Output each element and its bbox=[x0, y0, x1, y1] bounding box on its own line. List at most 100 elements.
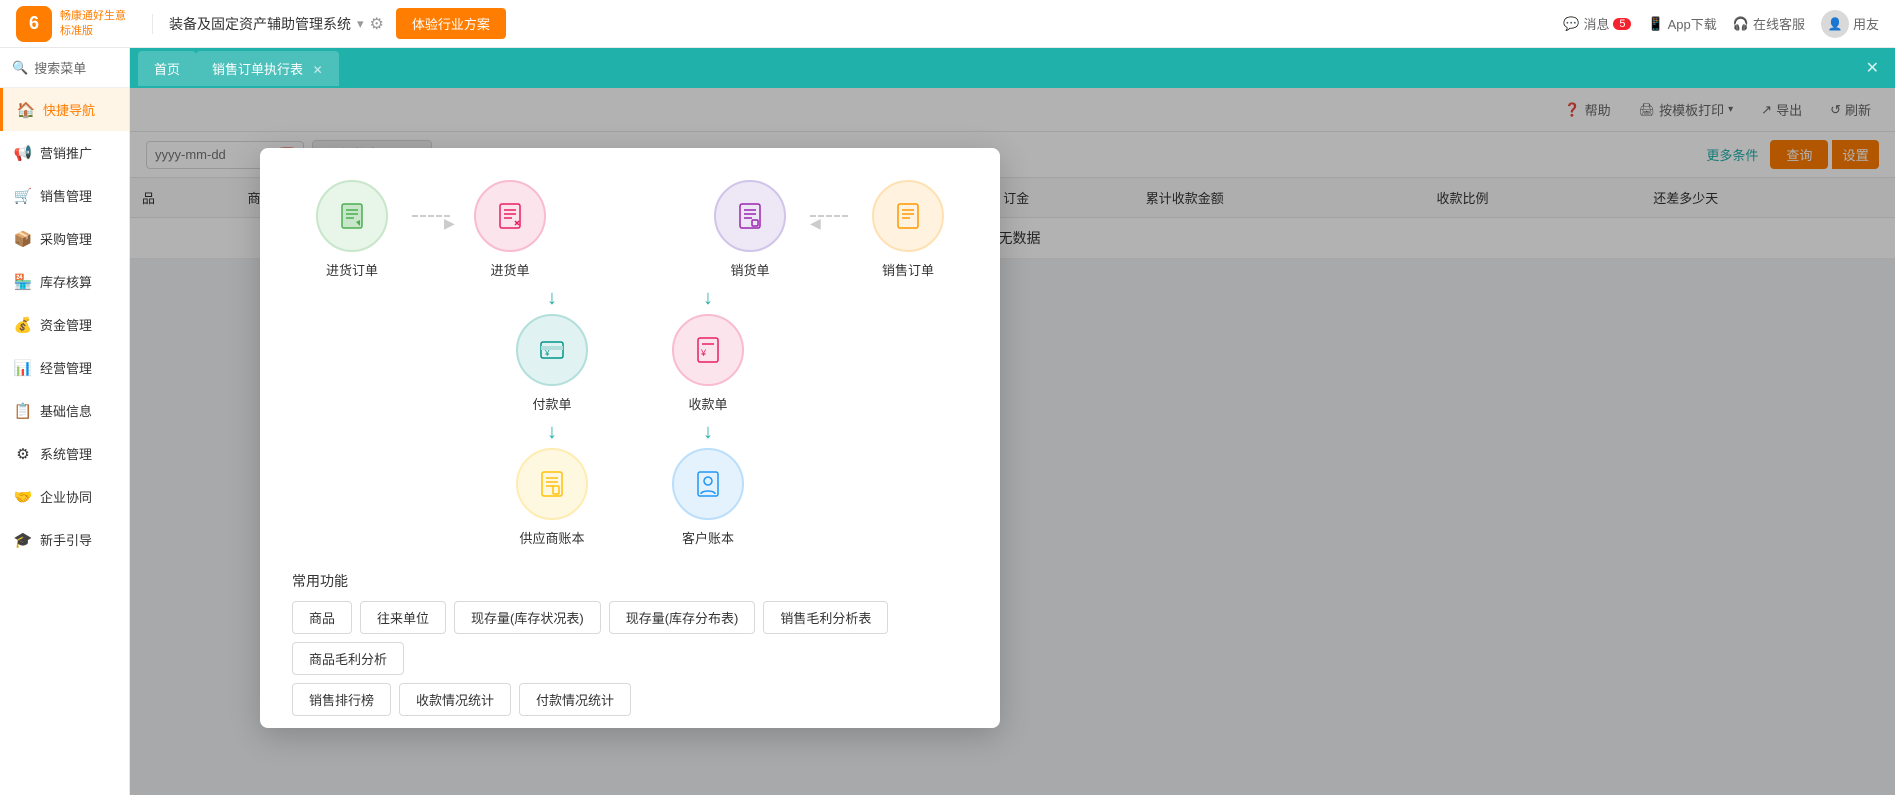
flow-item-supplier-account[interactable]: 供应商账本 bbox=[492, 448, 612, 547]
sidebar-item-quick-nav[interactable]: 🏠 快捷导航 bbox=[0, 88, 129, 131]
sidebar-item-basic[interactable]: 📋 基础信息 bbox=[0, 389, 129, 432]
tab-home[interactable]: 首页 bbox=[138, 51, 196, 86]
purchase-bill-label: 进货单 bbox=[490, 260, 529, 279]
settings-icon[interactable]: ⚙ bbox=[370, 14, 384, 34]
sidebar-item-operations[interactable]: 📊 经营管理 bbox=[0, 346, 129, 389]
common-buttons-row-2: 销售排行榜 收款情况统计 付款情况统计 bbox=[292, 683, 968, 716]
sidebar-item-system[interactable]: ⚙ 系统管理 bbox=[0, 432, 129, 475]
search-icon: 🔍 bbox=[12, 60, 28, 76]
sales-order-label: 销售订单 bbox=[882, 260, 934, 279]
common-functions-title: 常用功能 bbox=[292, 571, 968, 591]
tab-close-icon[interactable]: ✕ bbox=[313, 63, 323, 77]
arrow-sales-down-icon: ↓ bbox=[703, 287, 713, 310]
app-download-btn[interactable]: 📱 App下载 bbox=[1647, 14, 1716, 33]
flow-item-sales-bill[interactable]: 销货单 bbox=[690, 180, 810, 279]
enterprise-icon: 🤝 bbox=[14, 488, 32, 506]
search-menu[interactable]: 🔍 搜索菜单 bbox=[0, 48, 129, 88]
close-all-tabs[interactable]: ✕ bbox=[1858, 54, 1887, 82]
common-btn-sales-rank[interactable]: 销售排行榜 bbox=[292, 683, 391, 716]
common-btn-sales-margin[interactable]: 销售毛利分析表 bbox=[763, 601, 888, 634]
arrow-receipt-down-icon: ↓ bbox=[703, 421, 713, 444]
supplier-account-icon bbox=[516, 448, 588, 520]
top-bar-left: 6 畅康通好生意 标准版 装备及固定资产辅助管理系统 ▾ ⚙ 体验行业方案 bbox=[16, 6, 506, 42]
common-buttons-row-1: 商品 往来单位 现存量(库存状况表) 现存量(库存分布表) 销售毛利分析表 商品… bbox=[292, 601, 968, 675]
payment-icon: ¥ bbox=[516, 314, 588, 386]
modal-overlay: 进货订单 ▶ bbox=[130, 88, 1895, 795]
common-btn-stock-dist[interactable]: 现存量(库存分布表) bbox=[609, 601, 756, 634]
arrow-payment-down-icon: ↓ bbox=[547, 421, 557, 444]
content-body: ❓ 帮助 🖨 按模板打印 ▾ ↗ 导出 ↺ 刷新 bbox=[130, 88, 1895, 795]
sales-icon: 🛒 bbox=[14, 187, 32, 205]
top-bar-right: 💬 消息 5 📱 App下载 🎧 在线客服 👤 用友 bbox=[1563, 10, 1879, 38]
tab-sales-order-exec[interactable]: 销售订单执行表 ✕ bbox=[196, 51, 339, 86]
sales-order-icon bbox=[872, 180, 944, 252]
sidebar-item-purchase[interactable]: 📦 采购管理 bbox=[0, 217, 129, 260]
user-area[interactable]: 👤 用友 bbox=[1821, 10, 1879, 38]
system-title: 装备及固定资产辅助管理系统 bbox=[169, 14, 351, 34]
flow-row-1: 进货订单 ▶ bbox=[292, 180, 968, 279]
common-btn-receipt-stats[interactable]: 收款情况统计 bbox=[399, 683, 511, 716]
receipt-label: 收款单 bbox=[688, 394, 727, 413]
sidebar-item-sales[interactable]: 🛒 销售管理 bbox=[0, 174, 129, 217]
basic-icon: 📋 bbox=[14, 402, 32, 420]
sidebar-item-marketing[interactable]: 📢 营销推广 bbox=[0, 131, 129, 174]
marketing-icon: 📢 bbox=[14, 144, 32, 162]
arrow-sales-order-to-sales-bill: ◀ bbox=[810, 215, 848, 245]
top-bar: 6 畅康通好生意 标准版 装备及固定资产辅助管理系统 ▾ ⚙ 体验行业方案 💬 … bbox=[0, 0, 1895, 48]
supplier-account-label: 供应商账本 bbox=[519, 528, 584, 547]
message-icon: 💬 bbox=[1563, 16, 1579, 32]
customer-account-label: 客户账本 bbox=[682, 528, 734, 547]
finance-icon: 💰 bbox=[14, 316, 32, 334]
quick-nav-icon: 🏠 bbox=[17, 101, 35, 119]
common-btn-contacts[interactable]: 往来单位 bbox=[360, 601, 446, 634]
newbie-icon: 🎓 bbox=[14, 531, 32, 549]
system-icon: ⚙ bbox=[14, 445, 32, 463]
quick-nav-modal: 进货订单 ▶ bbox=[260, 148, 1000, 728]
svg-text:¥: ¥ bbox=[700, 348, 707, 358]
flow-item-receipt[interactable]: ¥ 收款单 bbox=[648, 314, 768, 413]
common-functions-section: 常用功能 商品 往来单位 现存量(库存状况表) 现存量(库存分布表) 销售毛利分… bbox=[292, 571, 968, 716]
flow-item-sales-order[interactable]: 销售订单 bbox=[848, 180, 968, 279]
payment-label: 付款单 bbox=[532, 394, 571, 413]
common-btn-product[interactable]: 商品 bbox=[292, 601, 352, 634]
sidebar-item-newbie[interactable]: 🎓 新手引导 bbox=[0, 518, 129, 561]
purchase-bill-icon bbox=[474, 180, 546, 252]
flow-row-3: 供应商账本 bbox=[292, 448, 968, 547]
content-area: 首页 销售订单执行表 ✕ ✕ ❓ 帮助 🖨 bbox=[130, 48, 1895, 795]
sidebar: 🔍 搜索菜单 🏠 快捷导航 📢 营销推广 🛒 销售管理 📦 采购管理 🏪 bbox=[0, 48, 130, 795]
flow-item-purchase-bill[interactable]: 进货单 bbox=[450, 180, 570, 279]
flow-row-arrows: ↓ ↓ bbox=[292, 287, 968, 310]
flow-section: 进货订单 ▶ bbox=[292, 180, 968, 555]
inventory-icon: 🏪 bbox=[14, 273, 32, 291]
common-btn-stock-status[interactable]: 现存量(库存状况表) bbox=[454, 601, 601, 634]
flow-item-customer-account[interactable]: 客户账本 bbox=[648, 448, 768, 547]
flow-row-2: ¥ 付款单 bbox=[292, 314, 968, 413]
download-icon: 📱 bbox=[1647, 16, 1663, 32]
flow-item-payment[interactable]: ¥ 付款单 bbox=[492, 314, 612, 413]
experience-btn[interactable]: 体验行业方案 bbox=[396, 8, 506, 39]
common-btn-payment-stats[interactable]: 付款情况统计 bbox=[519, 683, 631, 716]
message-badge: 5 bbox=[1613, 18, 1631, 30]
logo-text: 畅康通好生意 标准版 bbox=[60, 9, 126, 38]
receipt-icon: ¥ bbox=[672, 314, 744, 386]
tab-bar: 首页 销售订单执行表 ✕ ✕ bbox=[130, 48, 1895, 88]
flow-item-purchase-order[interactable]: 进货订单 bbox=[292, 180, 412, 279]
svg-text:¥: ¥ bbox=[544, 349, 550, 358]
sidebar-item-enterprise[interactable]: 🤝 企业协同 bbox=[0, 475, 129, 518]
logo-icon: 6 bbox=[16, 6, 52, 42]
purchase-order-label: 进货订单 bbox=[326, 260, 378, 279]
online-service-btn[interactable]: 🎧 在线客服 bbox=[1733, 14, 1805, 33]
sidebar-item-finance[interactable]: 💰 资金管理 bbox=[0, 303, 129, 346]
arrow-purchase-order-to-purchase-bill: ▶ bbox=[412, 215, 450, 245]
message-btn[interactable]: 💬 消息 5 bbox=[1563, 14, 1631, 33]
logo-area: 6 畅康通好生意 标准版 bbox=[16, 6, 136, 42]
system-title-area: 装备及固定资产辅助管理系统 ▾ ⚙ bbox=[169, 14, 384, 34]
sidebar-item-inventory[interactable]: 🏪 库存核算 bbox=[0, 260, 129, 303]
common-btn-product-margin[interactable]: 商品毛利分析 bbox=[292, 642, 404, 675]
sales-bill-label: 销货单 bbox=[730, 260, 769, 279]
sales-bill-icon bbox=[714, 180, 786, 252]
chevron-down-icon[interactable]: ▾ bbox=[357, 16, 364, 32]
service-icon: 🎧 bbox=[1733, 16, 1749, 32]
arrow-purchase-down-icon: ↓ bbox=[547, 287, 557, 310]
main-area: 🔍 搜索菜单 🏠 快捷导航 📢 营销推广 🛒 销售管理 📦 采购管理 🏪 bbox=[0, 48, 1895, 795]
